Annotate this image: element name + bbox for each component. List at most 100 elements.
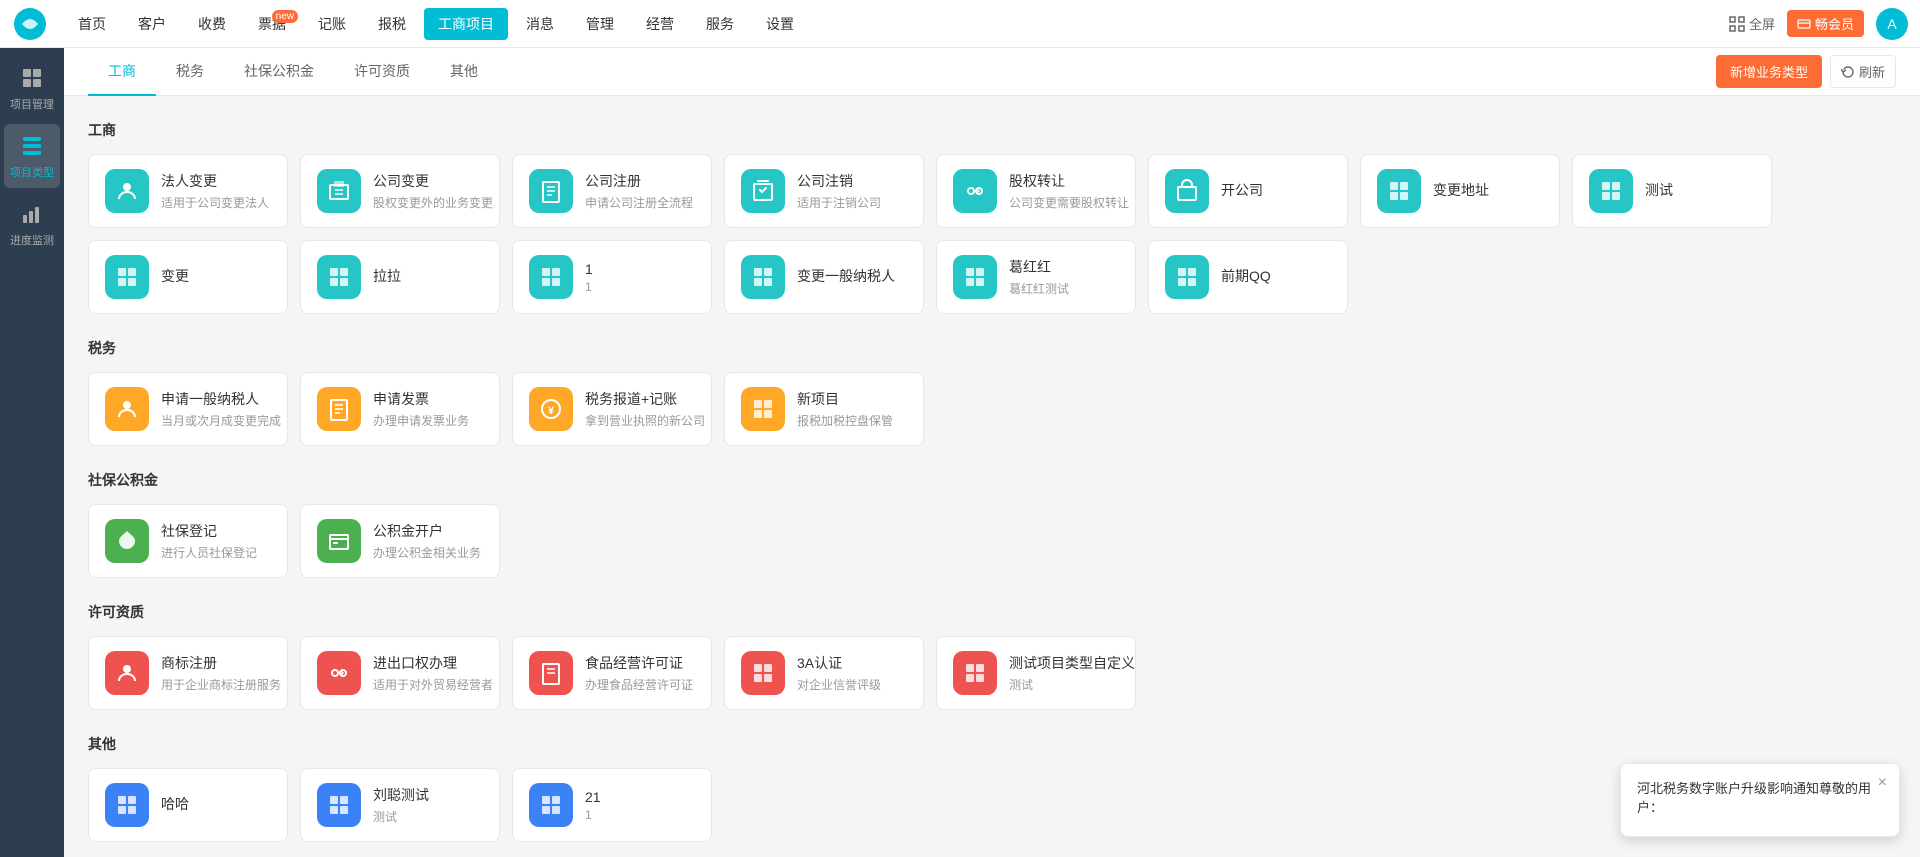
card-gongsi-zhuce[interactable]: 公司注册 申请公司注册全流程 — [512, 154, 712, 228]
sub-tabs: 工商 税务 社保公积金 许可资质 其他 新增业务类型 刷新 — [64, 48, 1920, 96]
card-gongsi-zhuxiao[interactable]: 公司注销 适用于注销公司 — [724, 154, 924, 228]
card-gehonghong[interactable]: 葛红红 葛红红测试 — [936, 240, 1136, 314]
nav-bizproject[interactable]: 工商项目 — [424, 8, 508, 40]
tab-xuke[interactable]: 许可资质 — [334, 48, 430, 96]
card-desc-sb0: 进行人员社保登记 — [161, 544, 257, 561]
card-ceshi[interactable]: 测试 — [1572, 154, 1772, 228]
card-name-sw3: 新项目 — [797, 389, 893, 409]
card-icon-sw0 — [105, 387, 149, 431]
nav-settings[interactable]: 设置 — [752, 8, 808, 40]
card-icon-sw1 — [317, 387, 361, 431]
card-icon-xk3 — [741, 651, 785, 695]
card-text-10: 1 1 — [585, 261, 593, 294]
card-name-sw2: 税务报道+记账 — [585, 389, 705, 409]
card-desc-1: 股权变更外的业务变更 — [373, 194, 493, 211]
card-1[interactable]: 1 1 — [512, 240, 712, 314]
card-shipin-xuke[interactable]: 食品经营许可证 办理食品经营许可证 — [512, 636, 712, 710]
card-name-7: 测试 — [1645, 180, 1673, 200]
nav-manage[interactable]: 管理 — [572, 8, 628, 40]
card-shangbiao-zhuce[interactable]: 商标注册 用于企业商标注册服务 — [88, 636, 288, 710]
card-text-4: 股权转让 公司变更需要股权转让 — [1009, 171, 1129, 211]
card-name-xk4: 测试项目类型自定义 — [1009, 653, 1135, 673]
logo — [12, 6, 48, 42]
card-shenqing-fapiao[interactable]: 申请发票 办理申请发票业务 — [300, 372, 500, 446]
card-gongjijin-kaihu[interactable]: 公积金开户 办理公积金相关业务 — [300, 504, 500, 578]
card-guquan-zhuanrang[interactable]: 股权转让 公司变更需要股权转让 — [936, 154, 1136, 228]
nav-message[interactable]: 消息 — [512, 8, 568, 40]
gongshang-cards: 法人变更 适用于公司变更法人 公司变更 股权变更外的业务变更 — [88, 154, 1896, 314]
sidebar-item-project-type[interactable]: 项目类型 — [4, 124, 60, 188]
section-title-gongshang: 工商 — [88, 120, 1896, 140]
card-ceshi-xuke[interactable]: 测试项目类型自定义 测试 — [936, 636, 1136, 710]
top-nav: 首页 客户 收费 票据 new 记账 报税 工商项目 消息 管理 经营 服务 设… — [0, 0, 1920, 48]
nav-bookkeeping[interactable]: 记账 — [304, 8, 360, 40]
section-title-xuke: 许可资质 — [88, 602, 1896, 622]
tab-shuiwu[interactable]: 税务 — [156, 48, 224, 96]
member-label: 畅会员 — [1815, 14, 1854, 33]
refresh-button[interactable]: 刷新 — [1830, 55, 1896, 88]
shebao-cards: 社保登记 进行人员社保登记 公积金开户 办理公积金相关业务 — [88, 504, 1896, 578]
card-fazhen-biangeng[interactable]: 法人变更 适用于公司变更法人 — [88, 154, 288, 228]
card-21[interactable]: 21 1 — [512, 768, 712, 842]
card-text-sb1: 公积金开户 办理公积金相关业务 — [373, 521, 481, 561]
card-text-xk0: 商标注册 用于企业商标注册服务 — [161, 653, 281, 693]
card-name-1: 公司变更 — [373, 171, 493, 191]
tab-shebao[interactable]: 社保公积金 — [224, 48, 334, 96]
sidebar-label-progress: 进度监测 — [10, 232, 54, 248]
card-biangeng2[interactable]: 变更 — [88, 240, 288, 314]
card-kai-gongsi[interactable]: 开公司 — [1148, 154, 1348, 228]
sidebar-item-progress[interactable]: 进度监测 — [4, 192, 60, 256]
card-name-4: 股权转让 — [1009, 171, 1129, 191]
card-desc-xk3: 对企业信誉评级 — [797, 676, 881, 693]
card-text-sw3: 新项目 报税加税控盘保管 — [797, 389, 893, 429]
card-name-6: 变更地址 — [1433, 180, 1489, 200]
card-3a-renzheng[interactable]: 3A认证 对企业信誉评级 — [724, 636, 924, 710]
card-biangeng-dizhi[interactable]: 变更地址 — [1360, 154, 1560, 228]
nav-fee[interactable]: 收费 — [184, 8, 240, 40]
card-text-2: 公司注册 申请公司注册全流程 — [585, 171, 693, 211]
card-jinchukouquan[interactable]: 进出口权办理 适用于对外贸易经营者 — [300, 636, 500, 710]
card-liucong-ceshi[interactable]: 刘聪测试 测试 — [300, 768, 500, 842]
card-desc-0: 适用于公司变更法人 — [161, 194, 269, 211]
notification-popup: × 河北税务数字账户升级影响通知尊敬的用户： — [1620, 763, 1900, 837]
tab-gongshang[interactable]: 工商 — [88, 48, 156, 96]
card-desc-12: 葛红红测试 — [1009, 280, 1069, 297]
card-lala[interactable]: 拉拉 — [300, 240, 500, 314]
card-text-xk1: 进出口权办理 适用于对外贸易经营者 — [373, 653, 493, 693]
member-button[interactable]: 畅会员 — [1787, 10, 1864, 37]
card-icon-8 — [105, 255, 149, 299]
card-shuiwu-baodao[interactable]: ¥ 税务报道+记账 拿到营业执照的新公司 — [512, 372, 712, 446]
card-text-6: 变更地址 — [1433, 180, 1489, 203]
notification-close[interactable]: × — [1878, 774, 1887, 792]
card-icon-qt0 — [105, 783, 149, 827]
nav-ticket[interactable]: 票据 new — [244, 8, 300, 40]
card-desc-sw0: 当月或次月成变更完成 — [161, 412, 281, 429]
card-shebao-dengji[interactable]: 社保登记 进行人员社保登记 — [88, 504, 288, 578]
avatar[interactable]: A — [1876, 8, 1908, 40]
tab-qita[interactable]: 其他 — [430, 48, 498, 96]
card-shenqing-yiban[interactable]: 申请一般纳税人 当月或次月成变更完成 — [88, 372, 288, 446]
main-content: 工商 法人变更 适用于公司变更法人 — [64, 96, 1920, 857]
card-gongsi-biangeng[interactable]: 公司变更 股权变更外的业务变更 — [300, 154, 500, 228]
fullscreen-button[interactable]: 全屏 — [1729, 14, 1775, 33]
card-icon-4 — [953, 169, 997, 213]
card-desc-2: 申请公司注册全流程 — [585, 194, 693, 211]
nav-tax[interactable]: 报税 — [364, 8, 420, 40]
card-haha[interactable]: 哈哈 — [88, 768, 288, 842]
card-desc-xk1: 适用于对外贸易经营者 — [373, 676, 493, 693]
sidebar-item-project-manage[interactable]: 项目管理 — [4, 56, 60, 120]
nav-operation[interactable]: 经营 — [632, 8, 688, 40]
card-qianqi-qq[interactable]: 前期QQ — [1148, 240, 1348, 314]
card-text-qt2: 21 1 — [585, 789, 601, 822]
card-biangeng-yiban[interactable]: 变更一般纳税人 — [724, 240, 924, 314]
nav-home[interactable]: 首页 — [64, 8, 120, 40]
card-text-1: 公司变更 股权变更外的业务变更 — [373, 171, 493, 211]
card-text-9: 拉拉 — [373, 266, 401, 289]
card-xin-xiangmu[interactable]: 新项目 报税加税控盘保管 — [724, 372, 924, 446]
sub-tabs-actions: 新增业务类型 刷新 — [1716, 55, 1896, 88]
card-desc-sw3: 报税加税控盘保管 — [797, 412, 893, 429]
ticket-badge: new — [272, 10, 298, 23]
new-type-button[interactable]: 新增业务类型 — [1716, 55, 1822, 88]
nav-customer[interactable]: 客户 — [124, 8, 180, 40]
nav-service[interactable]: 服务 — [692, 8, 748, 40]
